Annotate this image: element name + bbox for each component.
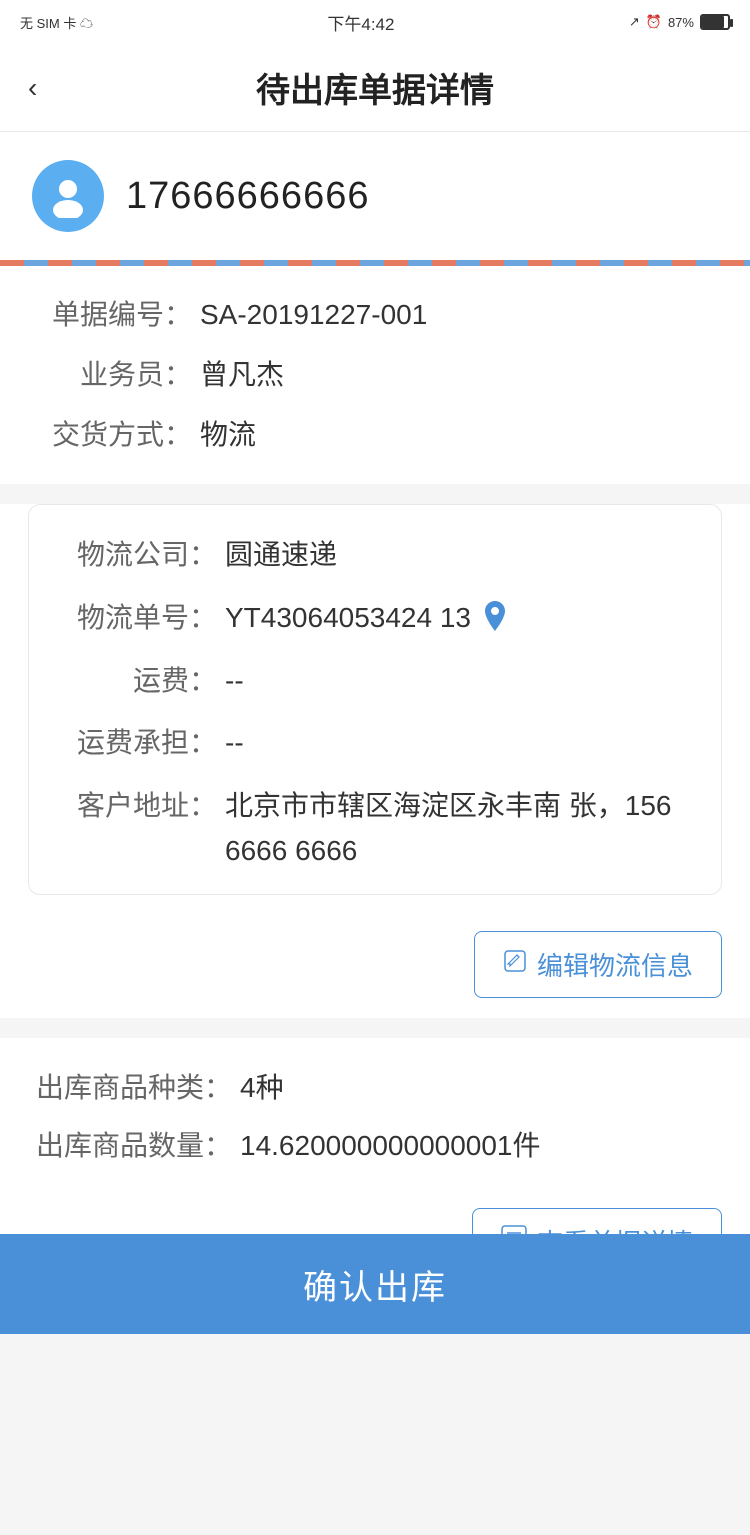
logistics-tracking-row: 物流单号： YT43064053424 13: [57, 596, 693, 641]
edit-btn-row: 编辑物流信息: [0, 915, 750, 1018]
tracking-location-icon[interactable]: [481, 601, 509, 635]
product-type-label: 出库商品种类：: [32, 1066, 232, 1106]
logistics-tracking-value: YT43064053424 13: [225, 596, 693, 641]
delivery-label: 交货方式：: [32, 414, 192, 456]
basic-info-section: 单据编号： SA-20191227-001 业务员： 曾凡杰 交货方式： 物流: [0, 266, 750, 484]
logistics-company-label: 物流公司：: [57, 533, 217, 578]
phone-number: 17666666666: [126, 175, 369, 218]
salesman-label: 业务员：: [32, 354, 192, 396]
product-quantity-row: 出库商品数量： 14.620000000000001件: [32, 1124, 718, 1164]
logistics-company-value: 圆通速递: [225, 533, 693, 578]
avatar: [32, 160, 104, 232]
battery-icon: [700, 14, 730, 30]
product-section: 出库商品种类： 4种 出库商品数量： 14.620000000000001件: [0, 1038, 750, 1192]
product-quantity-label: 出库商品数量：: [32, 1124, 232, 1164]
logistics-company-row: 物流公司： 圆通速递: [57, 533, 693, 578]
product-type-value: 4种: [240, 1066, 284, 1106]
salesman-row: 业务员： 曾凡杰: [32, 354, 718, 396]
alarm-icon: ⏰: [646, 14, 662, 30]
address-label: 客户地址：: [57, 784, 217, 829]
section-divider: [0, 1018, 750, 1038]
sim-wifi-text: 无 SIM 卡 ☁: [20, 13, 93, 32]
delivery-value: 物流: [200, 414, 718, 456]
dashed-separator: [0, 260, 750, 266]
header-card: 17666666666: [0, 132, 750, 260]
status-left: 无 SIM 卡 ☁: [20, 13, 93, 32]
order-number-label: 单据编号：: [32, 294, 192, 336]
delivery-row: 交货方式： 物流: [32, 414, 718, 456]
page-title: 待出库单据详情: [256, 63, 494, 112]
address-value: 北京市市辖区海淀区永丰南 张，156 6666 6666: [225, 784, 693, 874]
back-button[interactable]: ‹: [28, 72, 37, 104]
edit-logistics-label: 编辑物流信息: [537, 946, 693, 983]
address-row: 客户地址： 北京市市辖区海淀区永丰南 张，156 6666 6666: [57, 784, 693, 874]
freight-value: --: [225, 659, 693, 704]
salesman-value: 曾凡杰: [200, 354, 718, 396]
freight-label: 运费：: [57, 659, 217, 704]
freight-bearer-row: 运费承担： --: [57, 721, 693, 766]
edit-icon: [503, 949, 527, 980]
order-number-value: SA-20191227-001: [200, 294, 718, 336]
freight-bearer-value: --: [225, 721, 693, 766]
status-bar: 无 SIM 卡 ☁ 下午4:42 ↗ ⏰ 87%: [0, 0, 750, 44]
confirm-btn[interactable]: 确认出库: [0, 1234, 750, 1334]
battery-text: 87%: [668, 15, 694, 30]
order-number-row: 单据编号： SA-20191227-001: [32, 294, 718, 336]
location-icon: ↗: [629, 14, 640, 30]
status-time: 下午4:42: [327, 10, 394, 35]
edit-logistics-button[interactable]: 编辑物流信息: [474, 931, 722, 998]
confirm-btn-label: 确认出库: [303, 1260, 447, 1309]
logistics-card: 物流公司： 圆通速递 物流单号： YT43064053424 13 运费： --: [28, 504, 722, 895]
product-type-row: 出库商品种类： 4种: [32, 1066, 718, 1106]
freight-row: 运费： --: [57, 659, 693, 704]
freight-bearer-label: 运费承担：: [57, 721, 217, 766]
product-quantity-value: 14.620000000000001件: [240, 1124, 541, 1164]
logistics-tracking-label: 物流单号：: [57, 596, 217, 641]
status-right: ↗ ⏰ 87%: [629, 14, 730, 30]
nav-bar: ‹ 待出库单据详情: [0, 44, 750, 132]
user-icon: [46, 174, 90, 218]
